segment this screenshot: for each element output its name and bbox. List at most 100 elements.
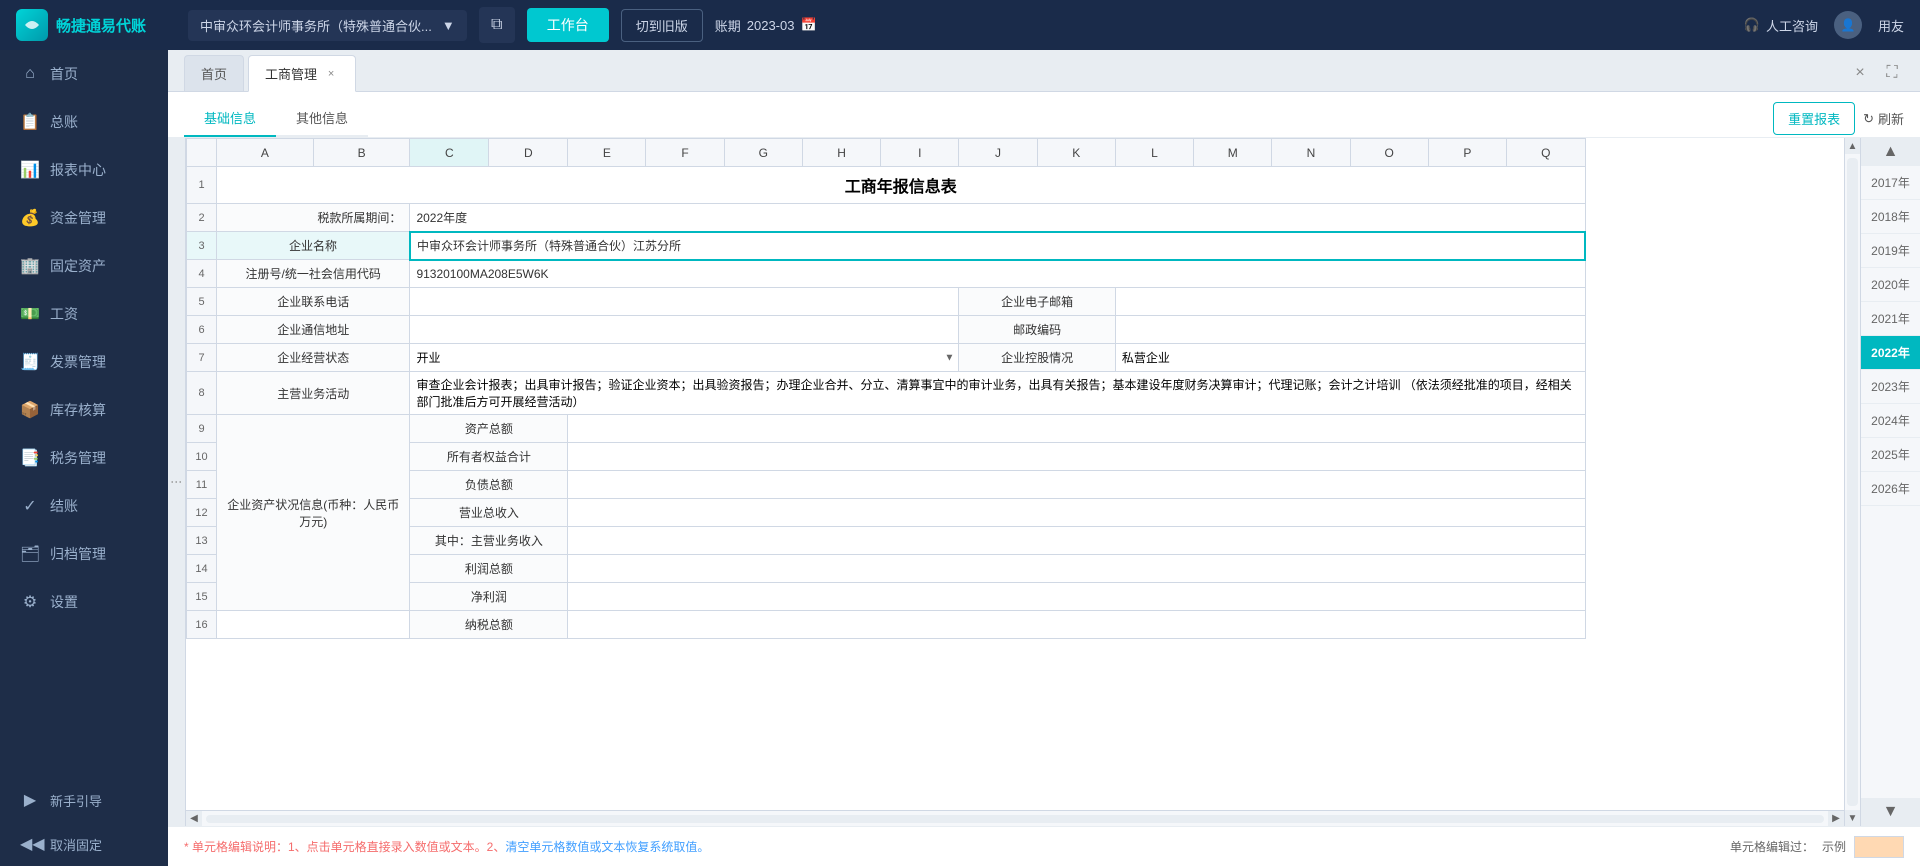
col-header-b[interactable]: B (313, 139, 410, 167)
sidebar-item-archive[interactable]: 🗂 归档管理 (0, 530, 168, 578)
cell-15-net-profit-value[interactable] (568, 583, 1585, 611)
cell-11-debt-value[interactable] (568, 471, 1585, 499)
year-list: 2017年 2018年 2019年 2020年 2021年 2022年 2023… (1861, 166, 1920, 798)
cell-6-addr[interactable] (410, 316, 959, 344)
v-scroll-track[interactable] (1847, 158, 1858, 806)
sidebar-item-guide[interactable]: ▶ 新手引导 (0, 778, 168, 822)
col-header-l[interactable]: L (1115, 139, 1193, 167)
sidebar-item-ledger[interactable]: 📋 总账 (0, 98, 168, 146)
tab-business-label: 工商管理 (265, 64, 317, 83)
year-item-2018[interactable]: 2018年 (1861, 200, 1920, 234)
h-scroll-right-button[interactable]: ▶ (1828, 811, 1844, 827)
col-header-f[interactable]: F (646, 139, 724, 167)
year-item-2021[interactable]: 2021年 (1861, 302, 1920, 336)
year-item-2023[interactable]: 2023年 (1861, 370, 1920, 404)
col-header-e[interactable]: E (568, 139, 646, 167)
sidebar-item-inventory[interactable]: 📦 库存核算 (0, 386, 168, 434)
h-scroll-track[interactable] (206, 815, 1824, 823)
cell-5-email[interactable] (1115, 288, 1585, 316)
col-header-m[interactable]: M (1194, 139, 1272, 167)
year-item-2024[interactable]: 2024年 (1861, 404, 1920, 438)
copy-icon-button[interactable]: ⧉ (479, 7, 515, 43)
calendar-icon[interactable]: 📅 (800, 17, 816, 33)
year-item-2026[interactable]: 2026年 (1861, 472, 1920, 506)
sub-tabs: 基础信息 其他信息 (184, 100, 368, 137)
h-scroll-left-button[interactable]: ◀ (186, 811, 202, 827)
tab-home[interactable]: 首页 (184, 55, 244, 91)
sidebar-bottom: ▶ 新手引导 ◀◀ 取消固定 (0, 778, 168, 866)
sidebar-item-asset[interactable]: 🏢 固定资产 (0, 242, 168, 290)
col-header-n[interactable]: N (1272, 139, 1350, 167)
tabbar: 首页 工商管理 × × ⛶ (168, 50, 1920, 92)
sidebar-item-unpin[interactable]: ◀◀ 取消固定 (0, 822, 168, 866)
col-header-j[interactable]: J (959, 139, 1037, 167)
cell-2-value[interactable]: 2022年度 (410, 204, 1585, 232)
cell-16-tax-value[interactable] (568, 611, 1585, 639)
cell-5-email-label: 企业电子邮箱 (959, 288, 1115, 316)
col-header-a[interactable]: A (217, 139, 314, 167)
year-nav-up-button[interactable]: ▲ (1861, 138, 1920, 166)
cell-4-value[interactable]: 91320100MA208E5W6K (410, 260, 1585, 288)
cell-8-value[interactable]: 审查企业会计报表；出具审计报告；验证企业资本；出具验资报告；办理企业合并、分立、… (410, 372, 1585, 415)
cell-12-revenue-value[interactable] (568, 499, 1585, 527)
sidebar-collapse-left[interactable]: ⋮ (168, 138, 186, 826)
tab-close-icon[interactable]: × (323, 66, 339, 82)
cell-7-control[interactable]: 私营企业 (1115, 344, 1585, 372)
sub-tab-other[interactable]: 其他信息 (276, 100, 368, 137)
col-header-c[interactable]: C (410, 139, 489, 167)
edit-hint: * 单元格编辑说明：1、点击单元格直接录入数值或文本。2、清空单元格数值或文本恢… (184, 838, 709, 855)
refresh-button[interactable]: ↻ 刷新 (1863, 109, 1904, 128)
col-header-k[interactable]: K (1037, 139, 1115, 167)
cell-9-asset-value[interactable] (568, 415, 1585, 443)
close-button[interactable]: × (1848, 61, 1872, 85)
col-header-g[interactable]: G (724, 139, 802, 167)
sidebar-item-fund[interactable]: 💰 资金管理 (0, 194, 168, 242)
year-item-2017[interactable]: 2017年 (1861, 166, 1920, 200)
sidebar-item-invoice-label: 发票管理 (50, 352, 106, 372)
sub-tab-basic[interactable]: 基础信息 (184, 100, 276, 137)
row-num-9: 9 (187, 415, 217, 443)
sheet-title-cell[interactable]: 工商年报信息表 (217, 167, 1586, 204)
cell-7-status[interactable]: 开业 ▼ (410, 344, 959, 372)
year-item-2022[interactable]: 2022年 (1861, 336, 1920, 370)
cell-3-value[interactable]: 中审众环会计师事务所（特殊普通合伙）江苏分所 (410, 232, 1585, 260)
user-service[interactable]: 🎧 人工咨询 (1744, 16, 1818, 35)
sidebar-item-report[interactable]: 📊 报表中心 (0, 146, 168, 194)
settings-icon: ⚙ (20, 592, 40, 612)
col-header-h[interactable]: H (802, 139, 880, 167)
tab-business[interactable]: 工商管理 × (248, 55, 356, 92)
v-scroll-down-button[interactable]: ▼ (1845, 810, 1860, 826)
sidebar-item-payroll[interactable]: 💵 工资 (0, 290, 168, 338)
year-nav-down-button[interactable]: ▼ (1861, 798, 1920, 826)
chevron-down-icon: ▼ (442, 18, 455, 33)
table-row: 7 企业经营状态 开业 ▼ 企业控股情况 私营企业 (187, 344, 1586, 372)
cell-5-phone[interactable] (410, 288, 959, 316)
expand-button[interactable]: ⛶ (1880, 61, 1904, 85)
sidebar-item-invoice[interactable]: 🧾 发票管理 (0, 338, 168, 386)
company-selector[interactable]: 中审众环会计师事务所（特殊普通合伙... ▼ (188, 10, 467, 41)
sidebar-item-tax[interactable]: 📑 税务管理 (0, 434, 168, 482)
cell-6-postcode[interactable] (1115, 316, 1585, 344)
year-item-2020[interactable]: 2020年 (1861, 268, 1920, 302)
workbench-button[interactable]: 工作台 (527, 8, 609, 42)
year-item-2025[interactable]: 2025年 (1861, 438, 1920, 472)
v-scroll-up-button[interactable]: ▲ (1845, 138, 1860, 154)
spreadsheet-main[interactable]: A B C D E F G H I J (186, 138, 1844, 810)
col-header-d[interactable]: D (489, 139, 568, 167)
col-header-p[interactable]: P (1428, 139, 1506, 167)
year-item-2019[interactable]: 2019年 (1861, 234, 1920, 268)
sidebar-item-home[interactable]: ⌂ 首页 (0, 50, 168, 98)
report-icon: 📊 (20, 160, 40, 180)
table-row: 6 企业通信地址 邮政编码 (187, 316, 1586, 344)
col-header-i[interactable]: I (881, 139, 959, 167)
sidebar-item-checkout[interactable]: ✓ 结账 (0, 482, 168, 530)
cell-13-main-revenue-value[interactable] (568, 527, 1585, 555)
cell-10-equity-value[interactable] (568, 443, 1585, 471)
col-header-q[interactable]: Q (1507, 139, 1585, 167)
cell-13-main-revenue-label: 其中：主营业务收入 (410, 527, 568, 555)
old-version-button[interactable]: 切到旧版 (621, 9, 703, 42)
col-header-o[interactable]: O (1350, 139, 1428, 167)
sidebar-item-settings[interactable]: ⚙ 设置 (0, 578, 168, 626)
reset-report-button[interactable]: 重置报表 (1773, 102, 1855, 135)
cell-14-profit-value[interactable] (568, 555, 1585, 583)
